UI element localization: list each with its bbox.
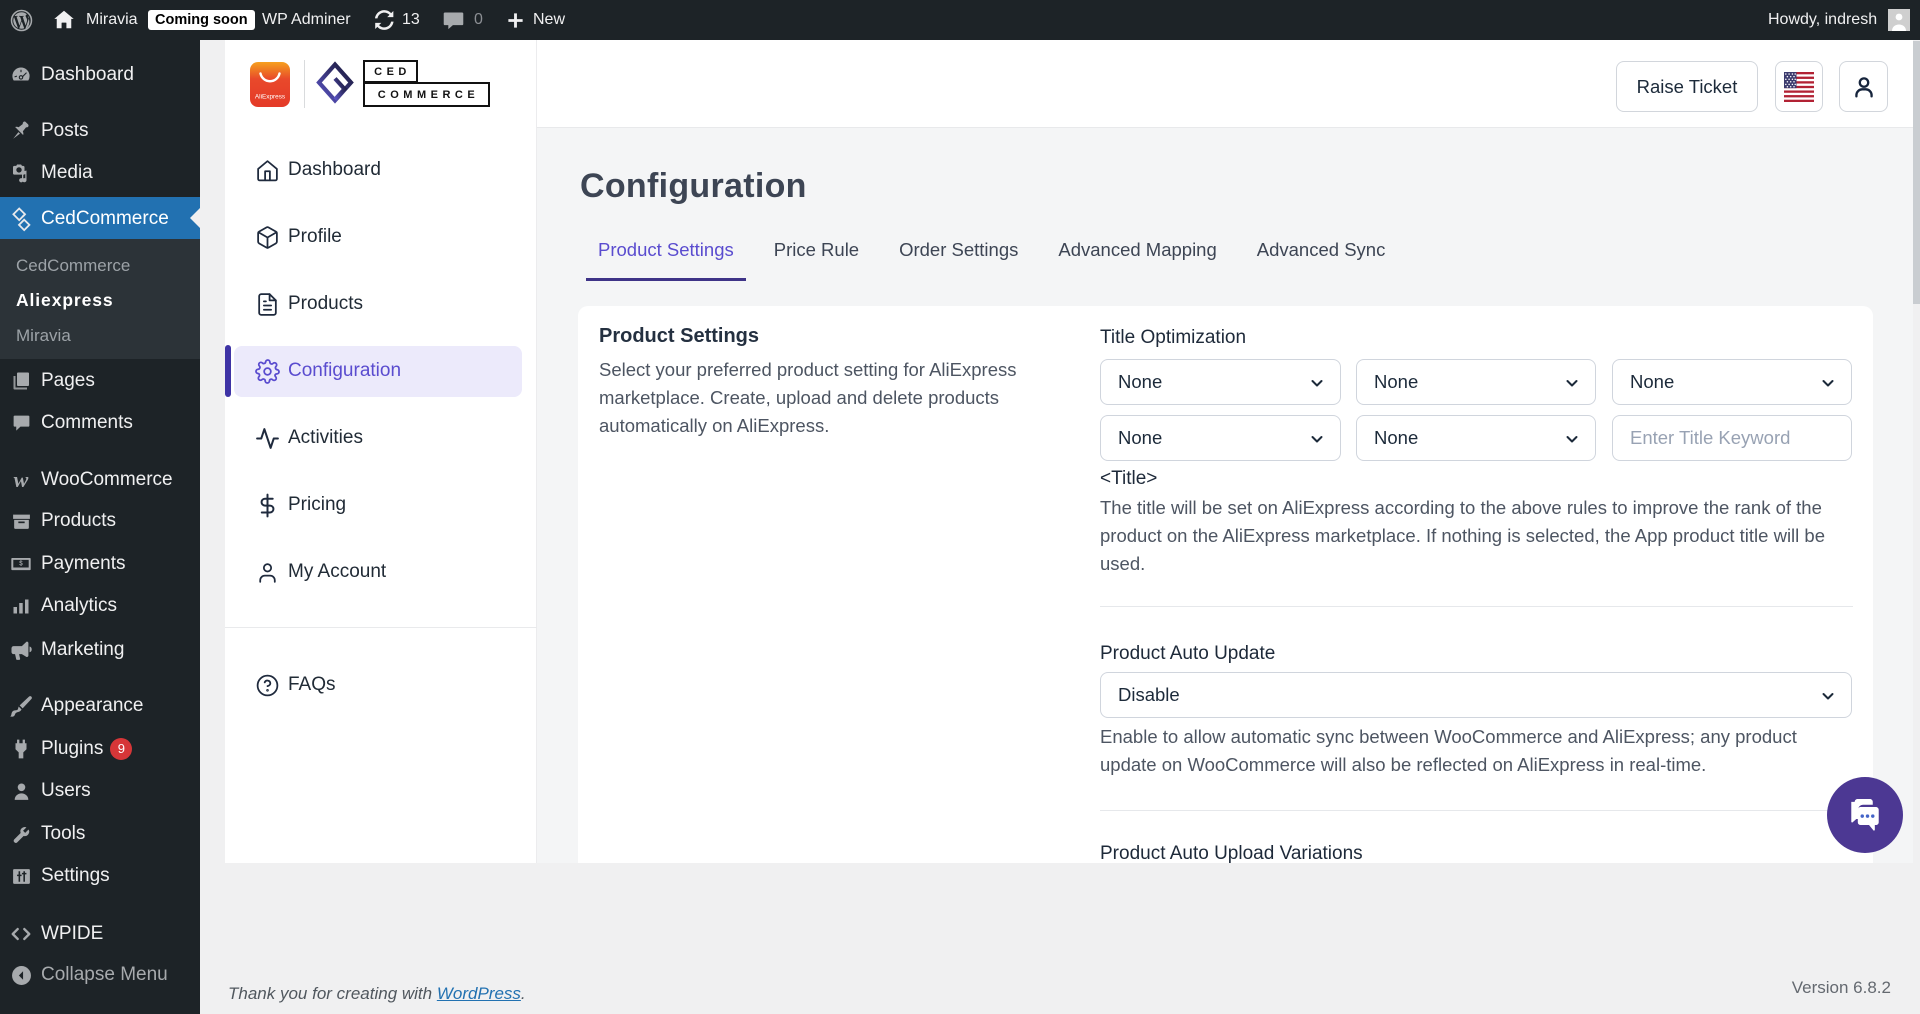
svg-text:AliExpress: AliExpress <box>255 94 285 101</box>
